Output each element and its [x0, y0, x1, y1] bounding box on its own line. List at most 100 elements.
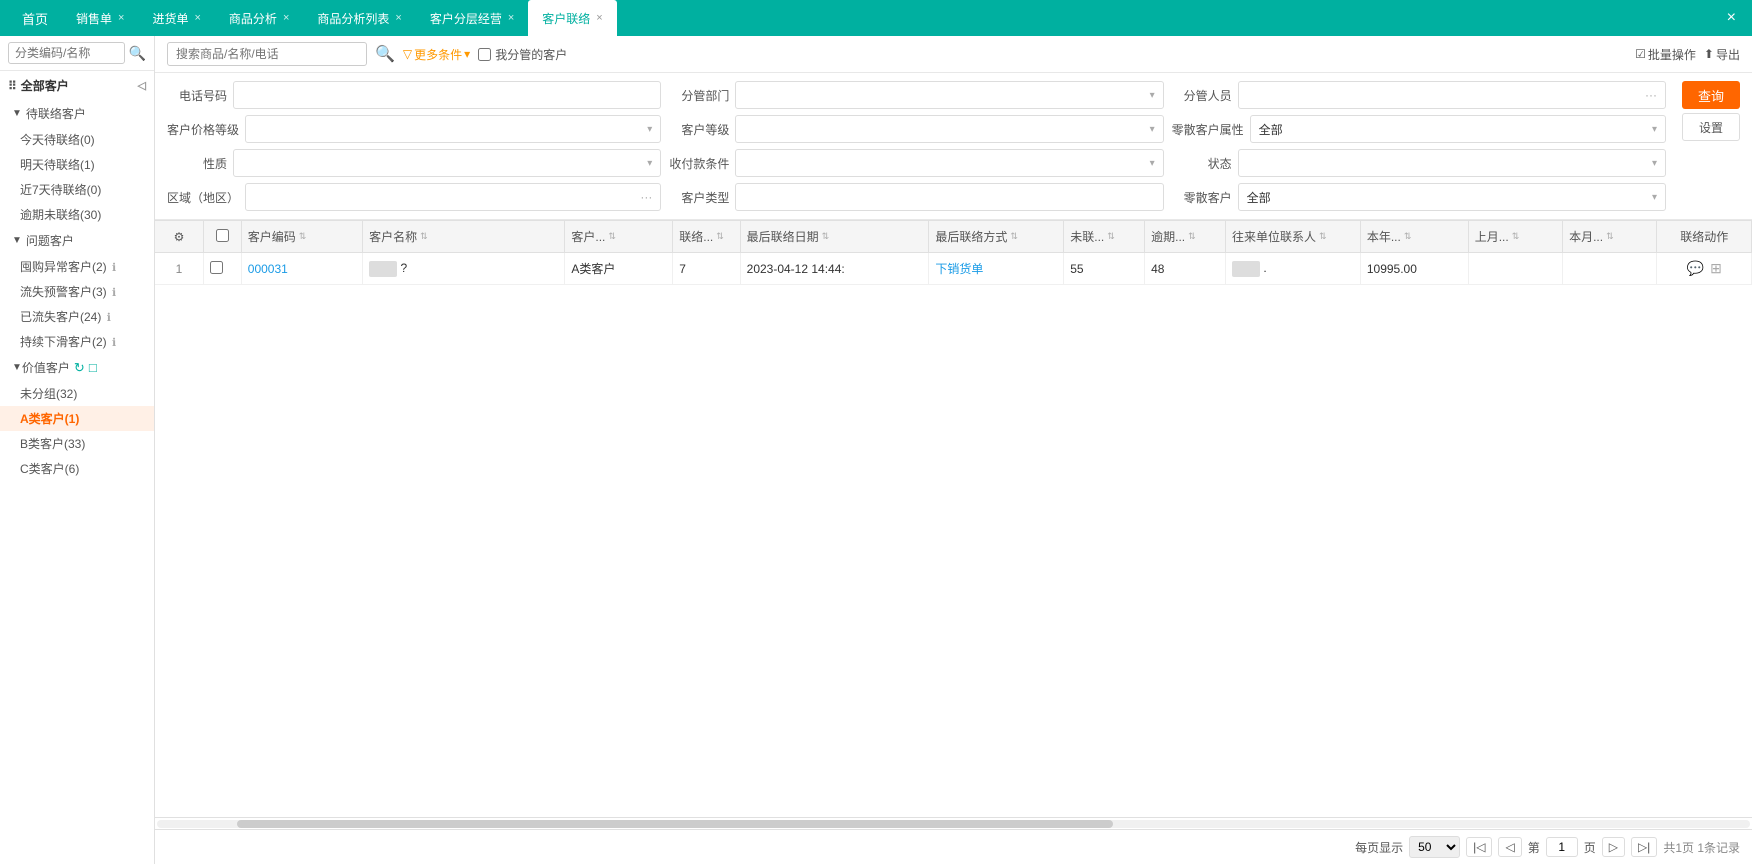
close-sales-tab[interactable]: ×	[118, 12, 124, 24]
sidebar-item-unclassified[interactable]: 未分组(32)	[0, 381, 154, 406]
chat-icon[interactable]: 💬	[1687, 260, 1704, 277]
horizontal-scrollbar[interactable]	[155, 817, 1752, 829]
nav-tab-sales[interactable]: 销售单 ×	[62, 0, 138, 36]
top-nav: 首页 销售单 × 进货单 × 商品分析 × 商品分析列表 × 客户分层经营 × …	[0, 0, 1752, 36]
sidebar-item-today-pending[interactable]: 今天待联络(0)	[0, 127, 154, 152]
scrollbar-thumb[interactable]	[237, 820, 1113, 828]
th-contacts[interactable]: 往来单位联系人 ⇅	[1226, 221, 1361, 253]
sidebar-search-input[interactable]	[8, 42, 125, 64]
search-icon[interactable]: 🔍	[375, 44, 395, 64]
phone-input[interactable]	[233, 81, 661, 109]
contact-placeholder	[1232, 261, 1260, 277]
th-overdue[interactable]: 逾期... ⇅	[1145, 221, 1226, 253]
sidebar-item-churn-warning[interactable]: 流失预警客户(3) ℹ	[0, 279, 154, 304]
sidebar-item-churned[interactable]: 已流失客户(24) ℹ	[0, 304, 154, 329]
close-all-tabs[interactable]: ×	[1719, 9, 1744, 27]
last-page-btn[interactable]: ▷|	[1631, 837, 1657, 857]
sidebar-group-value: ▼ 价值客户 ↻ □	[0, 354, 154, 381]
customer-level-select[interactable]: ▾	[735, 115, 1163, 143]
region-select[interactable]: ···	[245, 183, 661, 211]
nature-label: 性质	[167, 155, 227, 172]
row-customer-type: A类客户	[565, 253, 673, 285]
sidebar-item-overdue-pending[interactable]: 逾期未联络(30)	[0, 202, 154, 227]
th-this-year[interactable]: 本年... ⇅	[1360, 221, 1468, 253]
row-checkbox[interactable]	[210, 261, 223, 274]
th-contact-count[interactable]: 联络... ⇅	[673, 221, 740, 253]
th-settings[interactable]: ⚙	[155, 221, 204, 253]
batch-operation-btn[interactable]: ☑ 批量操作	[1635, 46, 1696, 63]
filter-row-4: 区域（地区） ··· 客户类型 零散客户	[167, 183, 1666, 211]
nature-select[interactable]: ▾	[233, 149, 661, 177]
retail-select[interactable]: 全部 ▾	[1238, 183, 1666, 211]
close-customer-tier-tab[interactable]: ×	[508, 12, 514, 24]
close-customer-contact-tab[interactable]: ×	[596, 12, 602, 24]
sidebar-item-declining[interactable]: 持续下滑客户(2) ℹ	[0, 329, 154, 354]
person-select[interactable]: ···	[1238, 81, 1666, 109]
filter-field-customer-type: 客户类型	[669, 183, 1163, 211]
filter-field-status: 状态 ▾	[1172, 149, 1666, 177]
export-btn[interactable]: ⬆ 导出	[1704, 46, 1740, 63]
page-input[interactable]	[1546, 837, 1578, 857]
collapse-icon: ◁	[138, 79, 146, 92]
sidebar-search-icon[interactable]: 🔍	[129, 45, 146, 62]
query-button[interactable]: 查询	[1682, 81, 1740, 109]
filter-field-region: 区域（地区） ···	[167, 183, 661, 211]
close-analysis-list-tab[interactable]: ×	[395, 12, 401, 24]
row-last-method[interactable]: 下销货单	[929, 253, 1064, 285]
th-uncontacted[interactable]: 未联... ⇅	[1064, 221, 1145, 253]
prev-page-btn[interactable]: ◁	[1498, 837, 1521, 857]
nav-tab-customer-contact[interactable]: 客户联络 ×	[528, 0, 616, 36]
select-all-checkbox[interactable]	[216, 229, 229, 242]
customer-type-label: 客户类型	[669, 189, 729, 206]
sidebar-all-customers[interactable]: ⠿ 全部客户 ◁	[0, 71, 154, 100]
filter-field-customer-level: 客户等级 ▾	[669, 115, 1163, 143]
next-page-btn[interactable]: ▷	[1602, 837, 1625, 857]
sidebar-group-pending[interactable]: ▼ 待联络客户	[0, 100, 154, 127]
sort-icon-6: ⇅	[1010, 231, 1018, 242]
price-level-select[interactable]: ▾	[245, 115, 661, 143]
sidebar-item-tomorrow-pending[interactable]: 明天待联络(1)	[0, 152, 154, 177]
my-customer-checkbox[interactable]	[478, 48, 491, 61]
payment-select[interactable]: ▾	[735, 149, 1163, 177]
th-last-contact-date[interactable]: 最后联络日期 ⇅	[740, 221, 929, 253]
settings-icon[interactable]: □	[89, 360, 97, 375]
sidebar-item-7day-pending[interactable]: 近7天待联络(0)	[0, 177, 154, 202]
dept-select[interactable]: ▾	[735, 81, 1163, 109]
filter-actions: 查询 设置	[1682, 81, 1740, 141]
th-this-month[interactable]: 本月... ⇅	[1563, 221, 1657, 253]
settings-button[interactable]: 设置	[1682, 113, 1740, 141]
search-input[interactable]	[167, 42, 367, 66]
filter-field-nature: 性质 ▾	[167, 149, 661, 177]
nav-tab-analysis[interactable]: 商品分析 ×	[215, 0, 303, 36]
nav-tab-analysis-list[interactable]: 商品分析列表 ×	[303, 0, 415, 36]
qr-icon[interactable]: ⊞	[1710, 260, 1722, 277]
sidebar-item-hoarding[interactable]: 囤购异常客户(2) ℹ	[0, 254, 154, 279]
nav-home[interactable]: 首页	[8, 0, 62, 36]
dept-label: 分管部门	[669, 87, 729, 104]
th-last-month[interactable]: 上月... ⇅	[1468, 221, 1562, 253]
th-customer-type[interactable]: 客户... ⇅	[565, 221, 673, 253]
customer-type-input[interactable]	[735, 183, 1163, 211]
refresh-icon[interactable]: ↻	[74, 360, 85, 376]
first-page-btn[interactable]: |◁	[1466, 837, 1492, 857]
sidebar-item-class-c[interactable]: C类客户(6)	[0, 456, 154, 481]
close-purchase-tab[interactable]: ×	[194, 12, 200, 24]
nav-tab-customer-tier[interactable]: 客户分层经营 ×	[416, 0, 528, 36]
th-last-contact-method[interactable]: 最后联络方式 ⇅	[929, 221, 1064, 253]
more-filters-btn[interactable]: ▽ 更多条件 ▾	[403, 46, 470, 63]
sidebar-item-class-a[interactable]: A类客户(1)	[0, 406, 154, 431]
sort-icon: ⇅	[299, 231, 307, 242]
nav-tab-purchase[interactable]: 进货单 ×	[138, 0, 214, 36]
filter-row-3: 性质 ▾ 收付款条件 ▾	[167, 149, 1666, 177]
sidebar-group-problem[interactable]: ▼ 问题客户	[0, 227, 154, 254]
per-page-select[interactable]: 50 100 200	[1409, 836, 1460, 858]
th-name[interactable]: 客户名称 ⇅	[363, 221, 565, 253]
th-code[interactable]: 客户编码 ⇅	[241, 221, 362, 253]
filter-field-retail-attr: 零散客户属性 全部 ▾	[1172, 115, 1666, 143]
retail-attr-select[interactable]: 全部 ▾	[1250, 115, 1666, 143]
chevron-down-icon-8: ▾	[1652, 192, 1657, 203]
sidebar-item-class-b[interactable]: B类客户(33)	[0, 431, 154, 456]
row-code[interactable]: 000031	[241, 253, 362, 285]
close-analysis-tab[interactable]: ×	[283, 12, 289, 24]
status-select[interactable]: ▾	[1238, 149, 1666, 177]
